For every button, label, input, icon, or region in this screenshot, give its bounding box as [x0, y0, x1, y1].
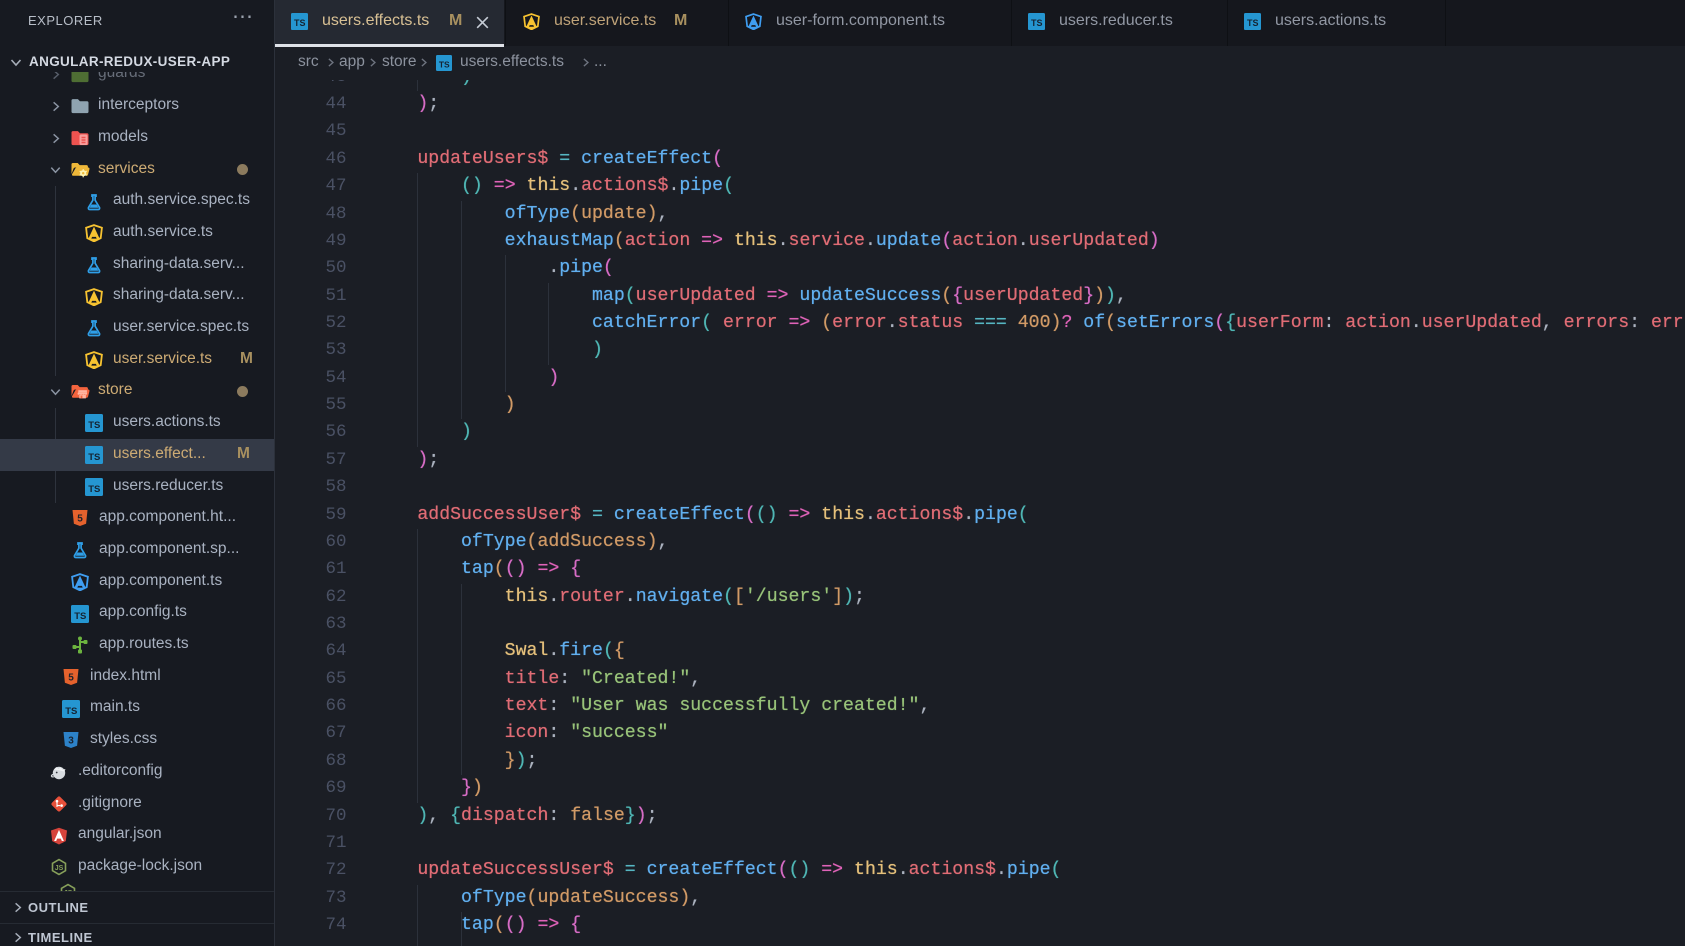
svg-text:TS: TS: [88, 420, 100, 431]
svg-text:TS: TS: [74, 610, 86, 621]
svg-text:TS: TS: [1031, 18, 1042, 28]
svg-text:TS: TS: [65, 705, 77, 716]
svg-text:5: 5: [68, 672, 74, 683]
svg-text:JS: JS: [55, 865, 64, 872]
svg-text:TS: TS: [294, 18, 305, 28]
svg-text:3: 3: [68, 736, 74, 747]
svg-text:TS: TS: [439, 59, 450, 69]
svg-text:TS: TS: [1247, 18, 1258, 28]
svg-text:TS: TS: [88, 484, 100, 495]
svg-text:5: 5: [77, 514, 83, 525]
svg-text:TS: TS: [88, 452, 100, 463]
